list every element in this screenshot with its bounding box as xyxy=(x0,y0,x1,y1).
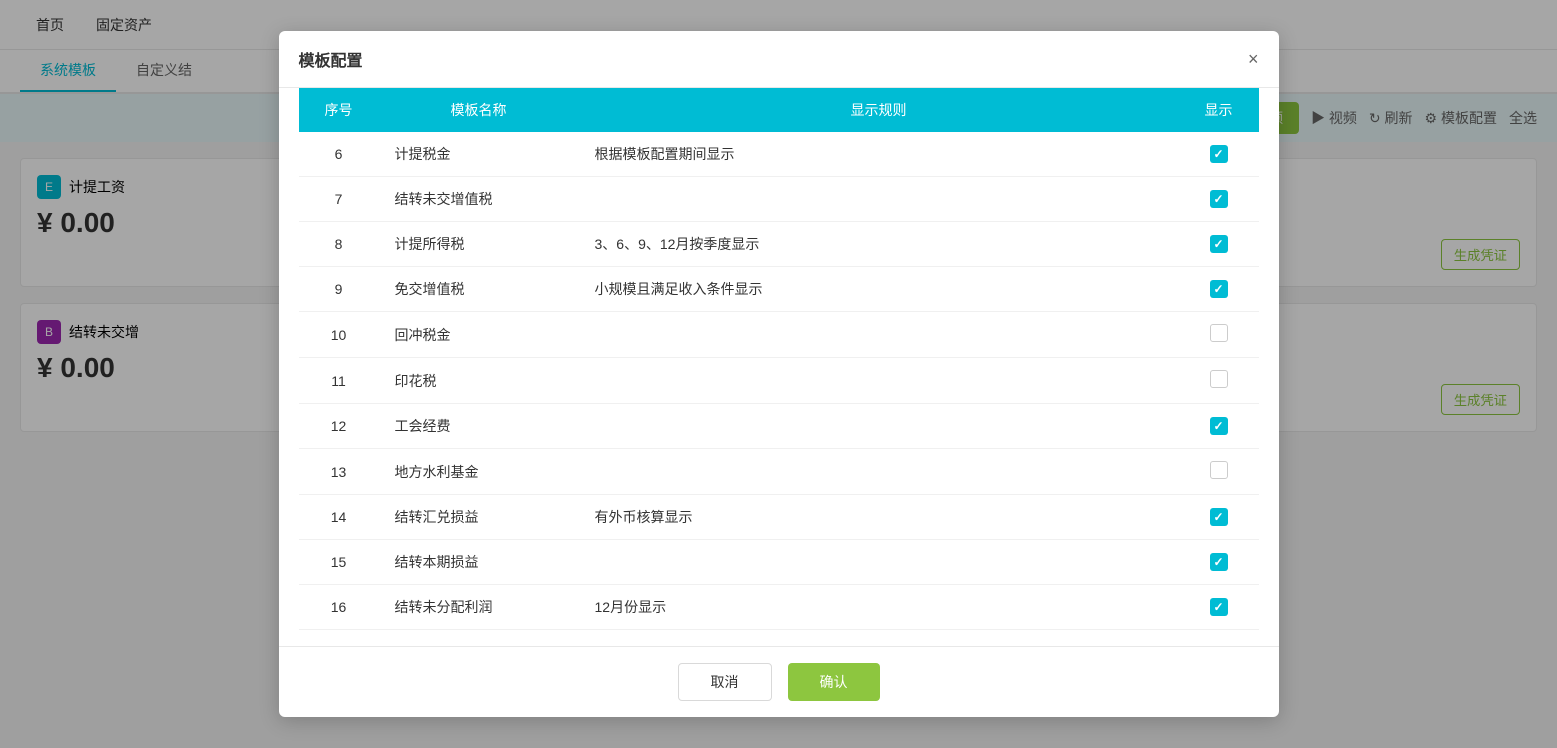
row-name: 结转未交增值税 xyxy=(379,177,579,222)
row-checkbox-cell[interactable] xyxy=(1179,495,1259,540)
row-name: 计提税金 xyxy=(379,132,579,177)
row-id: 15 xyxy=(299,540,379,585)
row-name: 结转汇兑损益 xyxy=(379,495,579,540)
modal-footer: 取消 确认 xyxy=(279,646,1279,717)
row-checkbox-cell[interactable] xyxy=(1179,222,1259,267)
row-id: 13 xyxy=(299,449,379,495)
row-checkbox-cell[interactable] xyxy=(1179,132,1259,177)
table-row: 7结转未交增值税 xyxy=(299,177,1259,222)
col-header-name: 模板名称 xyxy=(379,88,579,132)
row-id: 7 xyxy=(299,177,379,222)
table-row: 12工会经费 xyxy=(299,404,1259,449)
table-row: 10回冲税金 xyxy=(299,312,1259,358)
row-checkbox[interactable] xyxy=(1210,598,1228,616)
col-header-id: 序号 xyxy=(299,88,379,132)
table-row: 14结转汇兑损益有外币核算显示 xyxy=(299,495,1259,540)
table-row: 6计提税金根据模板配置期间显示 xyxy=(299,132,1259,177)
row-checkbox-cell[interactable] xyxy=(1179,358,1259,404)
row-checkbox[interactable] xyxy=(1210,508,1228,526)
row-id: 10 xyxy=(299,312,379,358)
table-row: 13地方水利基金 xyxy=(299,449,1259,495)
row-checkbox[interactable] xyxy=(1210,280,1228,298)
row-rule xyxy=(579,177,1179,222)
row-checkbox-cell[interactable] xyxy=(1179,449,1259,495)
row-name: 结转本期损益 xyxy=(379,540,579,585)
row-checkbox-cell[interactable] xyxy=(1179,267,1259,312)
row-rule xyxy=(579,312,1179,358)
row-name: 印花税 xyxy=(379,358,579,404)
row-name: 免交增值税 xyxy=(379,267,579,312)
row-name: 工会经费 xyxy=(379,404,579,449)
modal-title: 模板配置 xyxy=(299,47,363,71)
row-checkbox[interactable] xyxy=(1210,461,1228,479)
row-checkbox-cell[interactable] xyxy=(1179,404,1259,449)
col-header-display: 显示 xyxy=(1179,88,1259,132)
row-checkbox[interactable] xyxy=(1210,417,1228,435)
table-row: 16结转未分配利润12月份显示 xyxy=(299,585,1259,630)
modal-body: 序号 模板名称 显示规则 显示 6计提税金根据模板配置期间显示7结转未交增值税8… xyxy=(279,88,1279,646)
row-id: 6 xyxy=(299,132,379,177)
row-name: 计提所得税 xyxy=(379,222,579,267)
row-rule xyxy=(579,540,1179,585)
row-id: 16 xyxy=(299,585,379,630)
row-rule: 12月份显示 xyxy=(579,585,1179,630)
col-header-rule: 显示规则 xyxy=(579,88,1179,132)
row-rule xyxy=(579,449,1179,495)
row-checkbox-cell[interactable] xyxy=(1179,177,1259,222)
row-checkbox-cell[interactable] xyxy=(1179,312,1259,358)
row-checkbox[interactable] xyxy=(1210,324,1228,342)
row-checkbox-cell[interactable] xyxy=(1179,540,1259,585)
config-table: 序号 模板名称 显示规则 显示 6计提税金根据模板配置期间显示7结转未交增值税8… xyxy=(299,88,1259,630)
modal-overlay: 模板配置 × 序号 模板名称 显示规则 显示 6计提税金根据模板配置期间显示7结… xyxy=(0,0,1557,748)
row-id: 11 xyxy=(299,358,379,404)
row-rule: 3、6、9、12月按季度显示 xyxy=(579,222,1179,267)
row-checkbox[interactable] xyxy=(1210,190,1228,208)
table-row: 8计提所得税3、6、9、12月按季度显示 xyxy=(299,222,1259,267)
row-checkbox[interactable] xyxy=(1210,145,1228,163)
modal-template-config: 模板配置 × 序号 模板名称 显示规则 显示 6计提税金根据模板配置期间显示7结… xyxy=(279,31,1279,717)
modal-header: 模板配置 × xyxy=(279,31,1279,88)
table-row: 11印花税 xyxy=(299,358,1259,404)
row-checkbox[interactable] xyxy=(1210,370,1228,388)
row-rule: 小规模且满足收入条件显示 xyxy=(579,267,1179,312)
row-id: 8 xyxy=(299,222,379,267)
row-name: 回冲税金 xyxy=(379,312,579,358)
row-rule: 有外币核算显示 xyxy=(579,495,1179,540)
row-checkbox[interactable] xyxy=(1210,553,1228,571)
table-row: 9免交增值税小规模且满足收入条件显示 xyxy=(299,267,1259,312)
row-id: 9 xyxy=(299,267,379,312)
modal-close-button[interactable]: × xyxy=(1248,50,1259,68)
table-row: 15结转本期损益 xyxy=(299,540,1259,585)
cancel-button[interactable]: 取消 xyxy=(678,663,772,701)
row-checkbox[interactable] xyxy=(1210,235,1228,253)
row-rule xyxy=(579,358,1179,404)
row-id: 14 xyxy=(299,495,379,540)
row-name: 结转未分配利润 xyxy=(379,585,579,630)
confirm-button[interactable]: 确认 xyxy=(788,663,880,701)
row-rule xyxy=(579,404,1179,449)
row-checkbox-cell[interactable] xyxy=(1179,585,1259,630)
row-name: 地方水利基金 xyxy=(379,449,579,495)
row-rule: 根据模板配置期间显示 xyxy=(579,132,1179,177)
row-id: 12 xyxy=(299,404,379,449)
